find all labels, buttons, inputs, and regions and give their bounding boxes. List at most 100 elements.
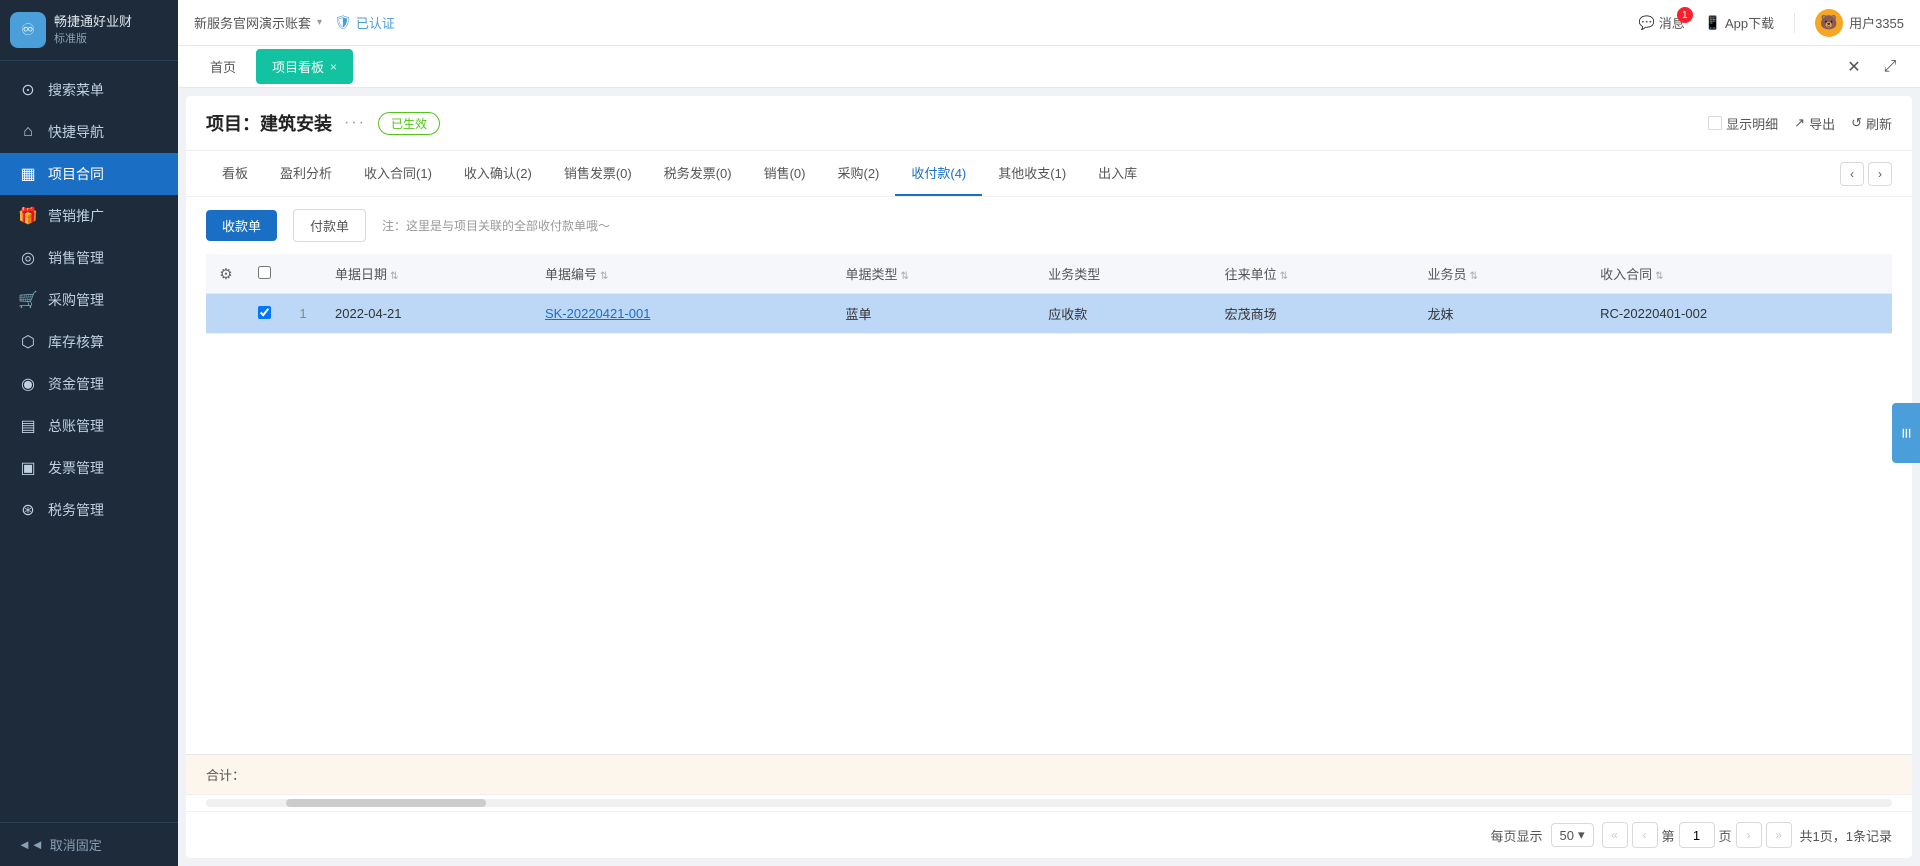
sidebar-brand: 畅捷通好业财 标准版: [54, 14, 132, 47]
sort-icon: ⇅: [901, 271, 909, 282]
topbar-account[interactable]: 新服务官网演示账套 ▾: [194, 13, 322, 32]
sub-tab-next-button[interactable]: ›: [1868, 162, 1892, 186]
page-input[interactable]: [1679, 822, 1715, 848]
side-panel-toggle[interactable]: ≡: [1892, 403, 1920, 463]
table-row[interactable]: 1 2022-04-21 SK-20220421-001 蓝单 应收款 宏茂商场…: [206, 294, 1892, 334]
sidebar: ♾ 畅捷通好业财 标准版 ⊙ 搜索菜单 ⌂ 快捷导航 ▦ 项目合同 🎁 营销推广…: [0, 0, 178, 866]
page-size-label: 每页显示: [1490, 826, 1542, 845]
row-checkbox-cell[interactable]: [246, 294, 283, 334]
last-page-button[interactable]: »: [1766, 822, 1792, 848]
topbar-right: 💬 消息 1 📱 App下载 🐻 用户3355: [1639, 9, 1904, 37]
tab-close-icon[interactable]: ×: [330, 60, 337, 74]
show-detail-toggle[interactable]: 显示明细: [1708, 114, 1778, 133]
tab-project-kanban[interactable]: 项目看板 ×: [256, 49, 353, 84]
more-options-button[interactable]: ···: [344, 114, 366, 132]
sidebar-menu: ⊙ 搜索菜单 ⌂ 快捷导航 ▦ 项目合同 🎁 营销推广 ◎ 销售管理 🛒 采购管…: [0, 61, 178, 822]
sidebar-item-project-contract[interactable]: ▦ 项目合同: [0, 153, 178, 195]
sidebar-item-purchase[interactable]: 🛒 采购管理: [0, 279, 178, 321]
scrollbar-track[interactable]: [206, 799, 1892, 807]
sidebar-item-inventory[interactable]: ⬡ 库存核算: [0, 321, 178, 363]
income-contract-column-header[interactable]: 收入合同⇅: [1588, 254, 1892, 294]
sort-icon: ⇅: [390, 271, 398, 282]
tab-home[interactable]: 首页: [194, 49, 252, 84]
tab-receipt-payment[interactable]: 收付款(4): [895, 151, 982, 196]
maximize-button[interactable]: ⤢: [1876, 53, 1904, 81]
table-container: ⚙ 单据日期⇅ 单据编号⇅ 单据类型⇅: [186, 254, 1912, 754]
table-total: 合计：: [186, 754, 1912, 794]
tab-sales-invoice[interactable]: 销售发票(0): [548, 151, 648, 196]
doc-date-column-header[interactable]: 单据日期⇅: [323, 254, 533, 294]
user-menu[interactable]: 🐻 用户3355: [1815, 9, 1904, 37]
content-panel: 项目：建筑安装 ··· 已生效 显示明细 ↗ 导出 ↺ 刷新: [186, 96, 1912, 858]
tab-actions: ✕ ⤢: [1840, 53, 1904, 81]
sidebar-item-tax[interactable]: ⊛ 税务管理: [0, 489, 178, 531]
message-button[interactable]: 💬 消息 1: [1639, 13, 1685, 32]
export-icon: ↗: [1794, 115, 1805, 131]
salesperson-column-header[interactable]: 业务员⇅: [1415, 254, 1588, 294]
first-page-button[interactable]: «: [1602, 822, 1628, 848]
sidebar-item-label: 采购管理: [48, 290, 104, 310]
tab-warehouse[interactable]: 出入库: [1082, 151, 1153, 196]
account-name: 新服务官网演示账套: [194, 13, 311, 32]
doc-no-link[interactable]: SK-20220421-001: [545, 306, 651, 321]
prev-page-button[interactable]: ‹: [1632, 822, 1658, 848]
sort-icon: ⇅: [1280, 271, 1288, 282]
main-area: 新服务官网演示账套 ▾ 🛡 已认证 💬 消息 1 📱 App下载 🐻 用户335…: [178, 0, 1920, 866]
tab-sales[interactable]: 销售(0): [748, 151, 822, 196]
sidebar-item-finance[interactable]: ◉ 资金管理: [0, 363, 178, 405]
sidebar-item-sales[interactable]: ◎ 销售管理: [0, 237, 178, 279]
doc-no-column-header[interactable]: 单据编号⇅: [533, 254, 834, 294]
receipt-filter-button[interactable]: 收款单: [206, 210, 277, 241]
sub-tabs: 看板 盈利分析 收入合同(1) 收入确认(2) 销售发票(0) 税务发票(0) …: [186, 151, 1912, 197]
horizontal-scrollbar[interactable]: [186, 794, 1912, 811]
row-partner-cell: 宏茂商场: [1213, 294, 1416, 334]
sort-icon: ⇅: [1655, 271, 1663, 282]
page-size-chevron-icon: ▾: [1578, 827, 1585, 843]
payment-filter-button[interactable]: 付款单: [293, 209, 366, 242]
sidebar-item-label: 库存核算: [48, 332, 104, 352]
topbar-certified: 🛡 已认证: [334, 13, 395, 32]
tab-income-confirm[interactable]: 收入确认(2): [448, 151, 548, 196]
sidebar-item-quick-nav[interactable]: ⌂ 快捷导航: [0, 111, 178, 153]
partner-column-header[interactable]: 往来单位⇅: [1213, 254, 1416, 294]
select-all-checkbox[interactable]: [258, 266, 271, 279]
sidebar-item-ledger[interactable]: ▤ 总账管理: [0, 405, 178, 447]
close-button[interactable]: ✕: [1840, 53, 1868, 81]
export-label: 导出: [1809, 114, 1835, 133]
tab-income-contract[interactable]: 收入合同(1): [348, 151, 448, 196]
settings-column-header[interactable]: ⚙: [206, 254, 246, 294]
page-size-select[interactable]: 50 ▾: [1551, 823, 1594, 847]
finance-icon: ◉: [18, 374, 38, 394]
tab-other-income[interactable]: 其他收支(1): [982, 151, 1082, 196]
receipt-table: ⚙ 单据日期⇅ 单据编号⇅ 单据类型⇅: [206, 254, 1892, 334]
app-download-button[interactable]: 📱 App下载: [1705, 13, 1774, 32]
show-detail-checkbox[interactable]: [1708, 116, 1722, 130]
row-index-cell: 1: [283, 294, 323, 334]
doc-type-column-header[interactable]: 单据类型⇅: [834, 254, 1037, 294]
sidebar-item-marketing[interactable]: 🎁 营销推广: [0, 195, 178, 237]
row-settings-cell: [206, 294, 246, 334]
row-doc-no-cell[interactable]: SK-20220421-001: [533, 294, 834, 334]
settings-icon[interactable]: ⚙: [219, 266, 232, 283]
sidebar-item-invoice[interactable]: ▣ 发票管理: [0, 447, 178, 489]
row-salesperson-cell: 龙妹: [1415, 294, 1588, 334]
sidebar-item-label: 销售管理: [48, 248, 104, 268]
checkbox-column-header[interactable]: [246, 254, 283, 294]
tab-profit[interactable]: 盈利分析: [264, 151, 348, 196]
page-navigation: « ‹ 第 页 › »: [1602, 822, 1792, 848]
export-button[interactable]: ↗ 导出: [1794, 114, 1835, 133]
tab-purchase[interactable]: 采购(2): [821, 151, 895, 196]
scrollbar-thumb[interactable]: [286, 799, 486, 807]
tab-tax-invoice[interactable]: 税务发票(0): [648, 151, 748, 196]
inventory-icon: ⬡: [18, 332, 38, 352]
table-header-row: ⚙ 单据日期⇅ 单据编号⇅ 单据类型⇅: [206, 254, 1892, 294]
tab-kanban[interactable]: 看板: [206, 151, 264, 196]
sidebar-unpin-button[interactable]: ◄◄ 取消固定: [0, 822, 178, 866]
row-checkbox[interactable]: [258, 306, 271, 319]
sidebar-item-search[interactable]: ⊙ 搜索菜单: [0, 69, 178, 111]
ledger-icon: ▤: [18, 416, 38, 436]
next-page-button[interactable]: ›: [1736, 822, 1762, 848]
sort-icon: ⇅: [600, 271, 608, 282]
refresh-button[interactable]: ↺ 刷新: [1851, 114, 1892, 133]
sub-tab-prev-button[interactable]: ‹: [1840, 162, 1864, 186]
